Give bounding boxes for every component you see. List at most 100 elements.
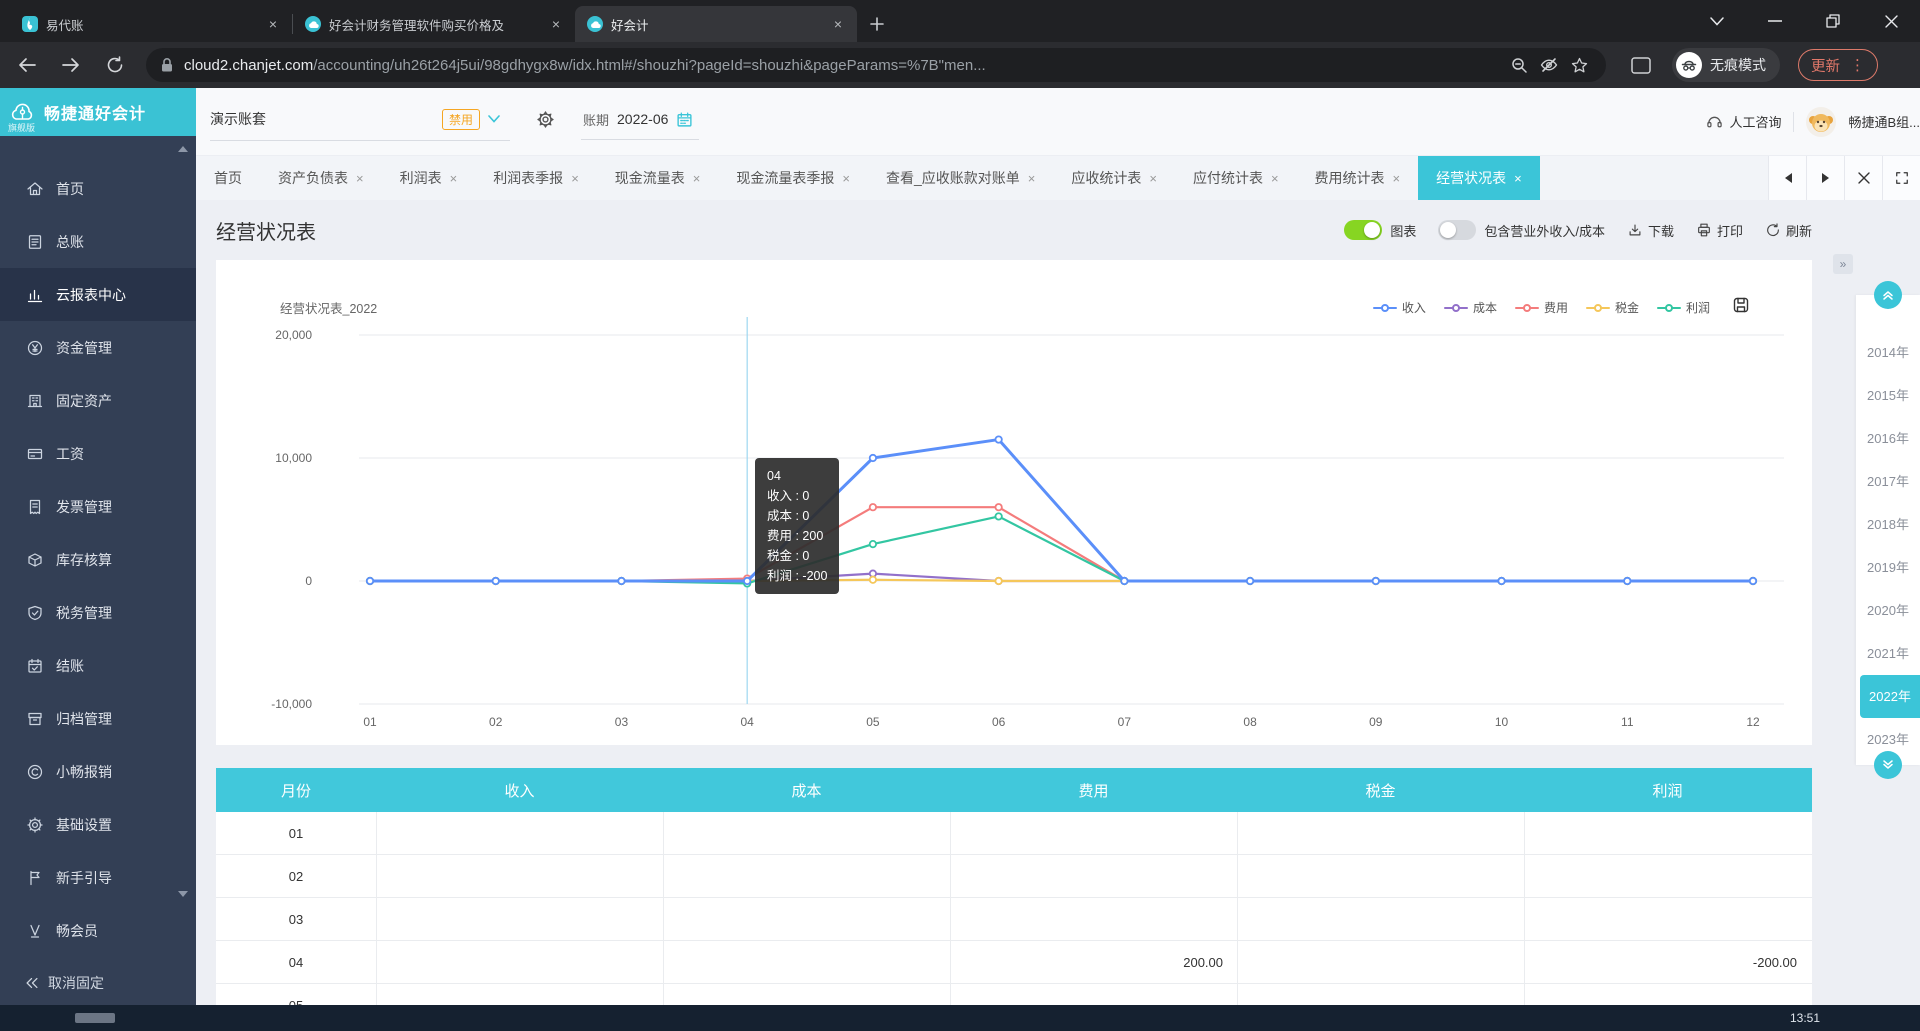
tab-close-icon[interactable]: ×	[264, 15, 282, 33]
browser-tab-1[interactable]: 易代账 ×	[10, 6, 292, 42]
account-settings-button[interactable]	[536, 110, 555, 134]
sidebar-item-member[interactable]: 畅会员	[0, 904, 196, 957]
tab-close-icon[interactable]: ×	[571, 171, 579, 186]
chevron-down-icon[interactable]	[488, 115, 500, 123]
sidebar-scroll-up-icon[interactable]	[178, 146, 188, 152]
back-icon[interactable]	[10, 48, 44, 82]
download-button[interactable]: 下载	[1627, 221, 1674, 240]
user-name[interactable]: 畅捷通B组...	[1848, 112, 1920, 131]
tab-close-icon[interactable]: ×	[356, 171, 364, 186]
report-tab[interactable]: 应收统计表 ×	[1053, 156, 1175, 200]
report-tab-home[interactable]: 首页	[196, 156, 260, 200]
sidebar-item-closing[interactable]: 结账	[0, 639, 196, 692]
sidebar-unpin-button[interactable]: 取消固定	[0, 961, 196, 1005]
scrollbar-thumb[interactable]	[75, 1013, 115, 1023]
sidebar-scroll-down-icon[interactable]	[178, 891, 188, 897]
sidebar-item-archive[interactable]: 归档管理	[0, 692, 196, 745]
close-all-tabs-icon[interactable]	[1844, 156, 1882, 200]
sidebar-item-salary[interactable]: 工资	[0, 427, 196, 480]
tab-close-icon[interactable]: ×	[547, 15, 565, 33]
year-item[interactable]: 2015年	[1856, 374, 1920, 417]
url-bar[interactable]: cloud2.chanjet.com/accounting/uh26t264j5…	[146, 48, 1606, 82]
chart-toggle-label: 图表	[1390, 223, 1417, 239]
update-button[interactable]: 更新 ⋮	[1798, 49, 1878, 81]
sidebar-item-label: 资金管理	[56, 339, 112, 356]
side-panel-icon[interactable]	[1624, 48, 1658, 82]
fullscreen-icon[interactable]	[1882, 156, 1920, 200]
tab-close-icon[interactable]: ×	[1028, 171, 1036, 186]
report-tab[interactable]: 利润表 ×	[382, 156, 476, 200]
tab-close-icon[interactable]: ×	[450, 171, 458, 186]
title-row: 经营状况表 图表 包含营业外收入/成本 下载 打印 刷新	[216, 200, 1812, 260]
new-tab-button[interactable]	[863, 10, 891, 38]
year-item-selected[interactable]: 2022年	[1860, 675, 1920, 718]
bookmark-star-icon[interactable]	[1564, 50, 1594, 80]
report-tab[interactable]: 现金流量表季报 ×	[718, 156, 868, 200]
sidebar-item-cloud-reports[interactable]: 云报表中心	[0, 268, 196, 321]
haokuaiji-favicon	[587, 16, 603, 32]
scroll-tabs-left-icon[interactable]	[1768, 156, 1806, 200]
print-button[interactable]: 打印	[1696, 221, 1743, 240]
sidebar-item-guide[interactable]: 新手引导	[0, 851, 196, 904]
sidebar-item-settings[interactable]: 基础设置	[0, 798, 196, 851]
table-row: 01	[216, 812, 1812, 855]
years-scroll-up-button[interactable]	[1874, 281, 1902, 309]
year-item[interactable]: 2018年	[1856, 503, 1920, 546]
table-row: 05	[216, 984, 1812, 1005]
browser-menu-icon[interactable]: ⋮	[1850, 56, 1865, 74]
sidebar-item-inventory[interactable]: 库存核算	[0, 533, 196, 586]
report-tab[interactable]: 利润表季报 ×	[475, 156, 597, 200]
tab-close-icon[interactable]: ×	[829, 15, 847, 33]
year-item[interactable]: 2014年	[1856, 331, 1920, 374]
chart-toggle[interactable]: 图表	[1344, 220, 1416, 240]
browser-tab-2[interactable]: 好会计财务管理软件购买价格及 ×	[293, 6, 575, 42]
collapse-panel-icon[interactable]: »	[1833, 254, 1853, 274]
report-tab[interactable]: 资产负债表 ×	[260, 156, 382, 200]
tab-close-icon[interactable]: ×	[1271, 171, 1279, 186]
tab-close-icon[interactable]: ×	[693, 171, 701, 186]
report-tab[interactable]: 查看_应收账款对账单 ×	[868, 156, 1053, 200]
sidebar-item-general-ledger[interactable]: 总账	[0, 215, 196, 268]
report-tab-active[interactable]: 经营状况表 ×	[1418, 156, 1540, 200]
year-item[interactable]: 2019年	[1856, 546, 1920, 589]
sidebar-item-reimburse[interactable]: 小畅报销	[0, 745, 196, 798]
zoom-out-icon[interactable]	[1504, 50, 1534, 80]
sidebar-item-fixed-assets[interactable]: 固定资产	[0, 374, 196, 427]
year-item[interactable]: 2021年	[1856, 632, 1920, 675]
include-nonoperating-toggle[interactable]: 包含营业外收入/成本	[1438, 220, 1605, 240]
restore-icon[interactable]	[1804, 0, 1862, 42]
close-window-icon[interactable]	[1862, 0, 1920, 42]
report-tab[interactable]: 应付统计表 ×	[1175, 156, 1297, 200]
support-button[interactable]: 人工咨询	[1706, 112, 1781, 131]
toggle-off-switch[interactable]	[1438, 220, 1477, 240]
app-window: 畅捷通好会计 旗舰版 首页 总账 云报表中心 资金管理 固定资产 工资 发票管理…	[0, 88, 1920, 1005]
tab-close-icon[interactable]: ×	[842, 171, 850, 186]
tab-close-icon[interactable]: ×	[1393, 171, 1401, 186]
sidebar-item-funds[interactable]: 资金管理	[0, 321, 196, 374]
refresh-button[interactable]: 刷新	[1765, 221, 1812, 240]
user-avatar[interactable]	[1806, 106, 1837, 137]
year-item[interactable]: 2017年	[1856, 460, 1920, 503]
tab-close-icon[interactable]: ×	[1514, 171, 1522, 186]
browser-tab-3[interactable]: 好会计 ×	[575, 6, 857, 42]
scroll-tabs-right-icon[interactable]	[1806, 156, 1844, 200]
year-item[interactable]: 2020年	[1856, 589, 1920, 632]
account-selector[interactable]: 演示账套 禁用	[210, 103, 510, 141]
tax-shield-icon	[28, 605, 42, 620]
sidebar-item-tax[interactable]: 税务管理	[0, 586, 196, 639]
reload-icon[interactable]	[98, 48, 132, 82]
svg-text:03: 03	[615, 715, 629, 729]
year-item[interactable]: 2016年	[1856, 417, 1920, 460]
forward-icon[interactable]	[54, 48, 88, 82]
minimize-icon[interactable]	[1746, 0, 1804, 42]
report-tab[interactable]: 费用统计表 ×	[1297, 156, 1419, 200]
sidebar-item-invoices[interactable]: 发票管理	[0, 480, 196, 533]
tab-search-chevron-icon[interactable]	[1688, 0, 1746, 42]
tab-close-icon[interactable]: ×	[1149, 171, 1157, 186]
report-tab[interactable]: 现金流量表 ×	[597, 156, 719, 200]
eye-off-icon[interactable]	[1534, 50, 1564, 80]
toggle-on-switch[interactable]	[1344, 220, 1383, 240]
sidebar-item-home[interactable]: 首页	[0, 162, 196, 215]
years-scroll-down-button[interactable]	[1874, 751, 1902, 779]
period-picker[interactable]: 账期 2022-06	[581, 104, 700, 140]
